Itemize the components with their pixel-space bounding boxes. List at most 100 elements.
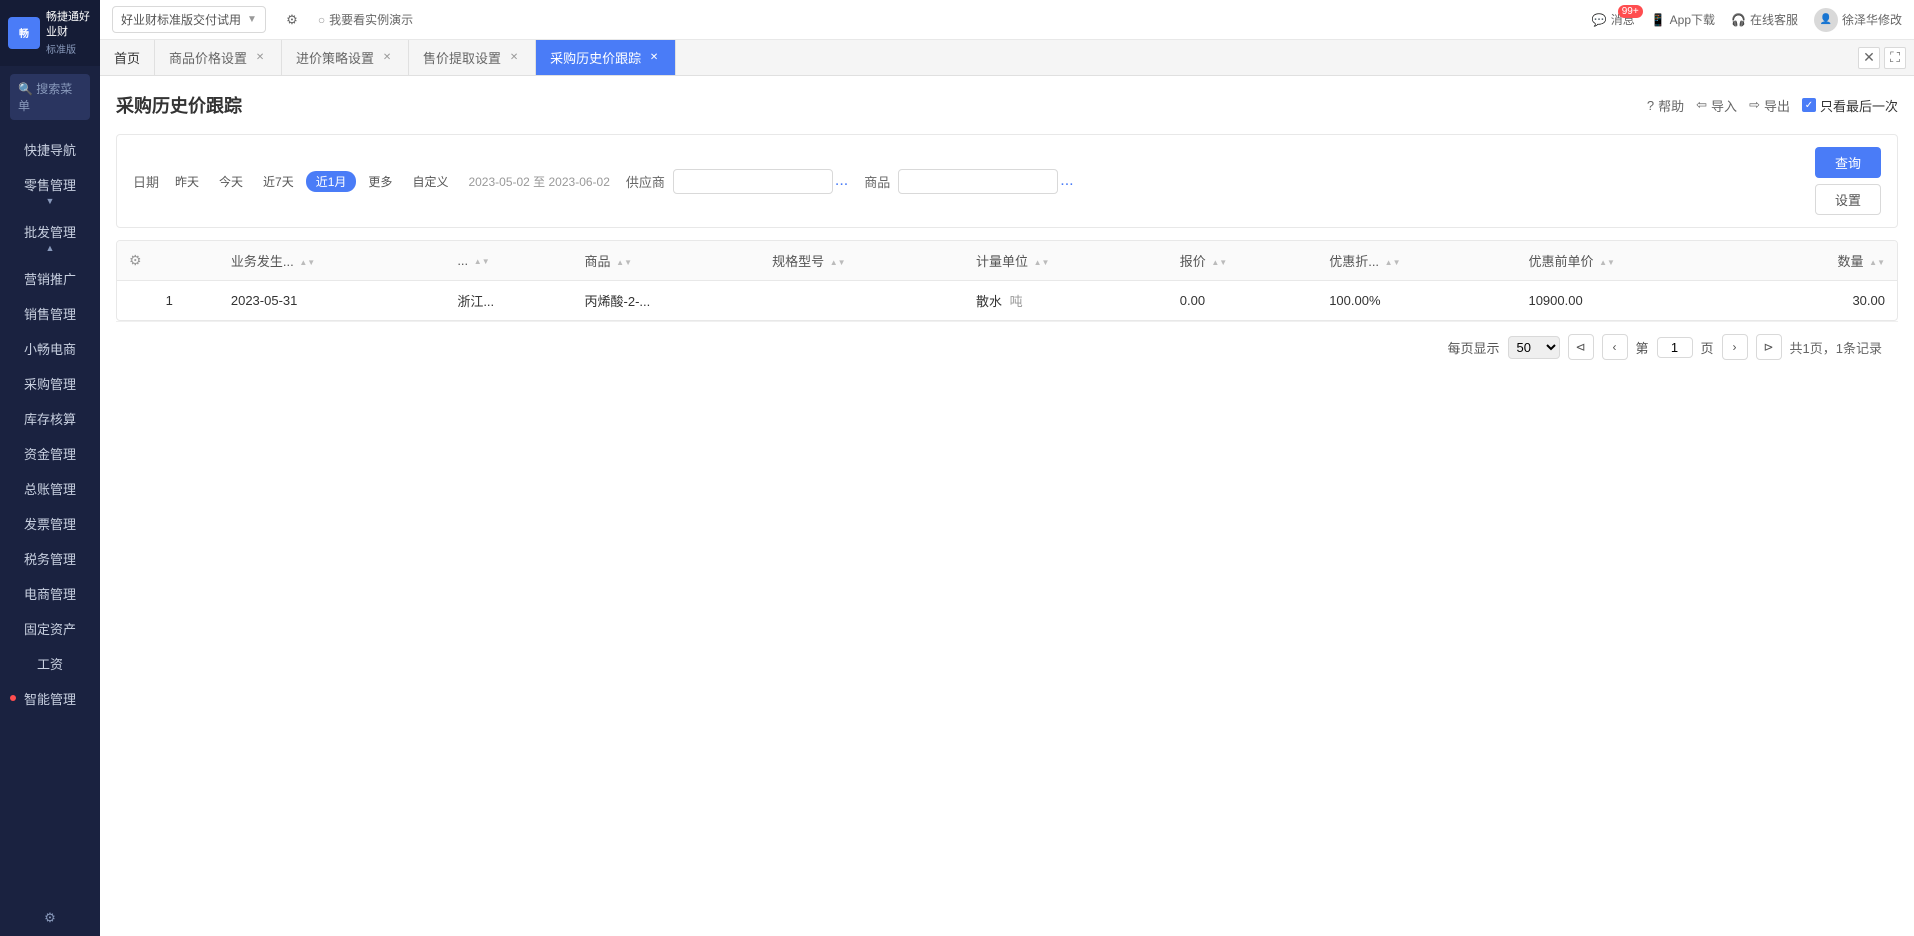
sort-icon9: ▲▼ xyxy=(1869,258,1885,267)
tab-close-sale-price[interactable]: ✕ xyxy=(507,51,521,65)
product-label: 商品 xyxy=(864,172,890,191)
help-icon: ? xyxy=(1647,98,1654,113)
sidebar-item-tax[interactable]: 税务管理 xyxy=(0,541,100,576)
th-quantity[interactable]: 数量 ▲▼ xyxy=(1747,241,1897,281)
date-yesterday-btn[interactable]: 昨天 xyxy=(167,171,207,192)
date-last7-btn[interactable]: 近7天 xyxy=(255,171,302,192)
sidebar-item-ecommerce-small[interactable]: 小畅电商 xyxy=(0,331,100,366)
filter-area: 日期 昨天 今天 近7天 近1月 更多 自定义 2023-05-02 至 202… xyxy=(116,134,1898,228)
sidebar-item-assets[interactable]: 固定资产 xyxy=(0,611,100,646)
date-last1m-btn[interactable]: 近1月 xyxy=(306,171,357,192)
sidebar: 畅 畅捷通好业财 标准版 🔍 搜索菜单 快捷导航 零售管理 ▼ 批发管理 ▲ 营… xyxy=(0,0,100,936)
table-gear-icon[interactable]: ⚙ xyxy=(129,252,142,268)
th-pre-discount-price[interactable]: 优惠前单价 ▲▼ xyxy=(1516,241,1747,281)
smart-dot-indicator xyxy=(10,695,16,701)
tab-close-price[interactable]: ✕ xyxy=(253,51,267,65)
online-service-button[interactable]: 🎧 在线客服 xyxy=(1731,11,1798,28)
tab-close-strategy[interactable]: ✕ xyxy=(380,51,394,65)
td-spec xyxy=(760,281,964,321)
sort-icon8: ▲▼ xyxy=(1599,258,1615,267)
tab-close-history-price[interactable]: ✕ xyxy=(647,51,661,65)
th-index xyxy=(154,241,219,281)
table-header-row: ⚙ 业务发生... ▲▼ ... ▲▼ 商品 ▲▼ xyxy=(117,241,1897,281)
tab-price[interactable]: 商品价格设置 ✕ xyxy=(155,40,282,75)
sidebar-logo: 畅 畅捷通好业财 标准版 xyxy=(0,0,100,66)
page-total-text: 共1页，1条记录 xyxy=(1790,338,1882,357)
page-first-button[interactable]: ⊲ xyxy=(1568,334,1594,360)
th-discount[interactable]: 优惠折... ▲▼ xyxy=(1317,241,1516,281)
sidebar-item-sales[interactable]: 销售管理 xyxy=(0,296,100,331)
data-table: ⚙ 业务发生... ▲▼ ... ▲▼ 商品 ▲▼ xyxy=(116,240,1898,321)
pagination: 每页显示 50 10 20 100 ⊲ ‹ 第 页 › ⊳ 共1页，1条记录 xyxy=(116,321,1898,372)
sidebar-item-wholesale[interactable]: 批发管理 ▲ xyxy=(0,214,100,261)
topbar: 好业财标准版交付试用 ▼ ⚙ ○ 我要看实例演示 💬 消息 99+ 📱 App下… xyxy=(100,0,1914,40)
sidebar-item-finance[interactable]: 资金管理 xyxy=(0,436,100,471)
sidebar-item-retail[interactable]: 零售管理 ▼ xyxy=(0,167,100,214)
sort-icon3: ▲▼ xyxy=(616,258,632,267)
sidebar-item-marketing[interactable]: 营销推广 xyxy=(0,261,100,296)
supplier-input[interactable] xyxy=(673,169,833,194)
sidebar-settings-button[interactable]: ⚙ xyxy=(0,900,100,936)
search-menu-button[interactable]: 🔍 搜索菜单 xyxy=(10,74,90,120)
sidebar-item-purchase[interactable]: 采购管理 xyxy=(0,366,100,401)
filter-row: 日期 昨天 今天 近7天 近1月 更多 自定义 2023-05-02 至 202… xyxy=(133,147,1881,215)
message-badge: 99+ xyxy=(1618,5,1643,18)
th-unit[interactable]: 计量单位 ▲▼ xyxy=(964,241,1168,281)
supplier-more-icon[interactable]: ... xyxy=(835,172,848,190)
th-business-date[interactable]: 业务发生... ▲▼ xyxy=(219,241,445,281)
last-only-checkbox-label[interactable]: ✓ 只看最后一次 xyxy=(1802,96,1898,115)
filter-action-buttons: 查询 设置 xyxy=(1815,147,1881,215)
tab-close-all-button[interactable]: ✕ xyxy=(1858,47,1880,69)
page-prev-button[interactable]: ‹ xyxy=(1602,334,1628,360)
th-more-cols[interactable]: ... ▲▼ xyxy=(445,241,572,281)
date-today-btn[interactable]: 今天 xyxy=(211,171,251,192)
product-more-icon[interactable]: ... xyxy=(1060,172,1073,190)
demo-link[interactable]: ○ 我要看实例演示 xyxy=(318,11,413,28)
sidebar-search-area: 🔍 搜索菜单 xyxy=(0,66,100,128)
help-link[interactable]: ? 帮助 xyxy=(1647,96,1684,115)
logo-title: 畅捷通好业财 xyxy=(46,10,92,41)
sort-icon5: ▲▼ xyxy=(1034,258,1050,267)
sort-icon4: ▲▼ xyxy=(830,258,846,267)
td-gear xyxy=(117,281,154,321)
sidebar-item-ecommerce[interactable]: 电商管理 xyxy=(0,576,100,611)
app-download-button[interactable]: 📱 App下载 xyxy=(1651,11,1715,28)
last-only-checkbox[interactable]: ✓ xyxy=(1802,98,1816,112)
th-gear: ⚙ xyxy=(117,241,154,281)
page-number-input[interactable] xyxy=(1657,337,1693,358)
user-menu-button[interactable]: 👤 徐泽华修改 xyxy=(1814,8,1902,32)
page-next-button[interactable]: › xyxy=(1722,334,1748,360)
page-title: 采购历史价跟踪 xyxy=(116,92,242,118)
sidebar-item-smart[interactable]: 智能管理 xyxy=(0,681,100,716)
topbar-gear-button[interactable]: ⚙ xyxy=(278,6,306,34)
tab-expand-button[interactable]: ⛶ xyxy=(1884,47,1906,69)
th-product[interactable]: 商品 ▲▼ xyxy=(573,241,761,281)
page-last-button[interactable]: ⊳ xyxy=(1756,334,1782,360)
sidebar-item-salary[interactable]: 工资 xyxy=(0,646,100,681)
sidebar-item-invoice[interactable]: 发票管理 xyxy=(0,506,100,541)
date-range-text: 2023-05-02 至 2023-06-02 xyxy=(468,173,609,190)
tab-strategy[interactable]: 进价策略设置 ✕ xyxy=(282,40,409,75)
sort-icon2: ▲▼ xyxy=(474,257,490,266)
avatar: 👤 xyxy=(1814,8,1838,32)
export-button[interactable]: ⇨ 导出 xyxy=(1749,96,1790,115)
tab-history-price[interactable]: 采购历史价跟踪 ✕ xyxy=(536,40,676,75)
date-custom-btn[interactable]: 自定义 xyxy=(404,171,456,192)
tab-sale-price[interactable]: 售价提取设置 ✕ xyxy=(409,40,536,75)
th-spec[interactable]: 规格型号 ▲▼ xyxy=(760,241,964,281)
page-size-select[interactable]: 50 10 20 100 xyxy=(1508,336,1560,359)
app-icon: 📱 xyxy=(1651,13,1666,27)
product-input[interactable] xyxy=(898,169,1058,194)
sidebar-item-inventory[interactable]: 库存核算 xyxy=(0,401,100,436)
query-button[interactable]: 查询 xyxy=(1815,147,1881,178)
th-quote[interactable]: 报价 ▲▼ xyxy=(1168,241,1317,281)
message-button[interactable]: 💬 消息 99+ xyxy=(1592,11,1635,28)
import-button[interactable]: ⇦ 导入 xyxy=(1696,96,1737,115)
sidebar-item-ledger[interactable]: 总账管理 xyxy=(0,471,100,506)
version-selector[interactable]: 好业财标准版交付试用 ▼ xyxy=(112,6,266,33)
tab-home[interactable]: 首页 xyxy=(100,40,155,75)
tabbar-right-controls: ✕ ⛶ xyxy=(1850,40,1914,75)
sidebar-item-quick-nav[interactable]: 快捷导航 xyxy=(0,132,100,167)
settings-button[interactable]: 设置 xyxy=(1815,184,1881,215)
date-more-btn[interactable]: 更多 xyxy=(360,171,400,192)
